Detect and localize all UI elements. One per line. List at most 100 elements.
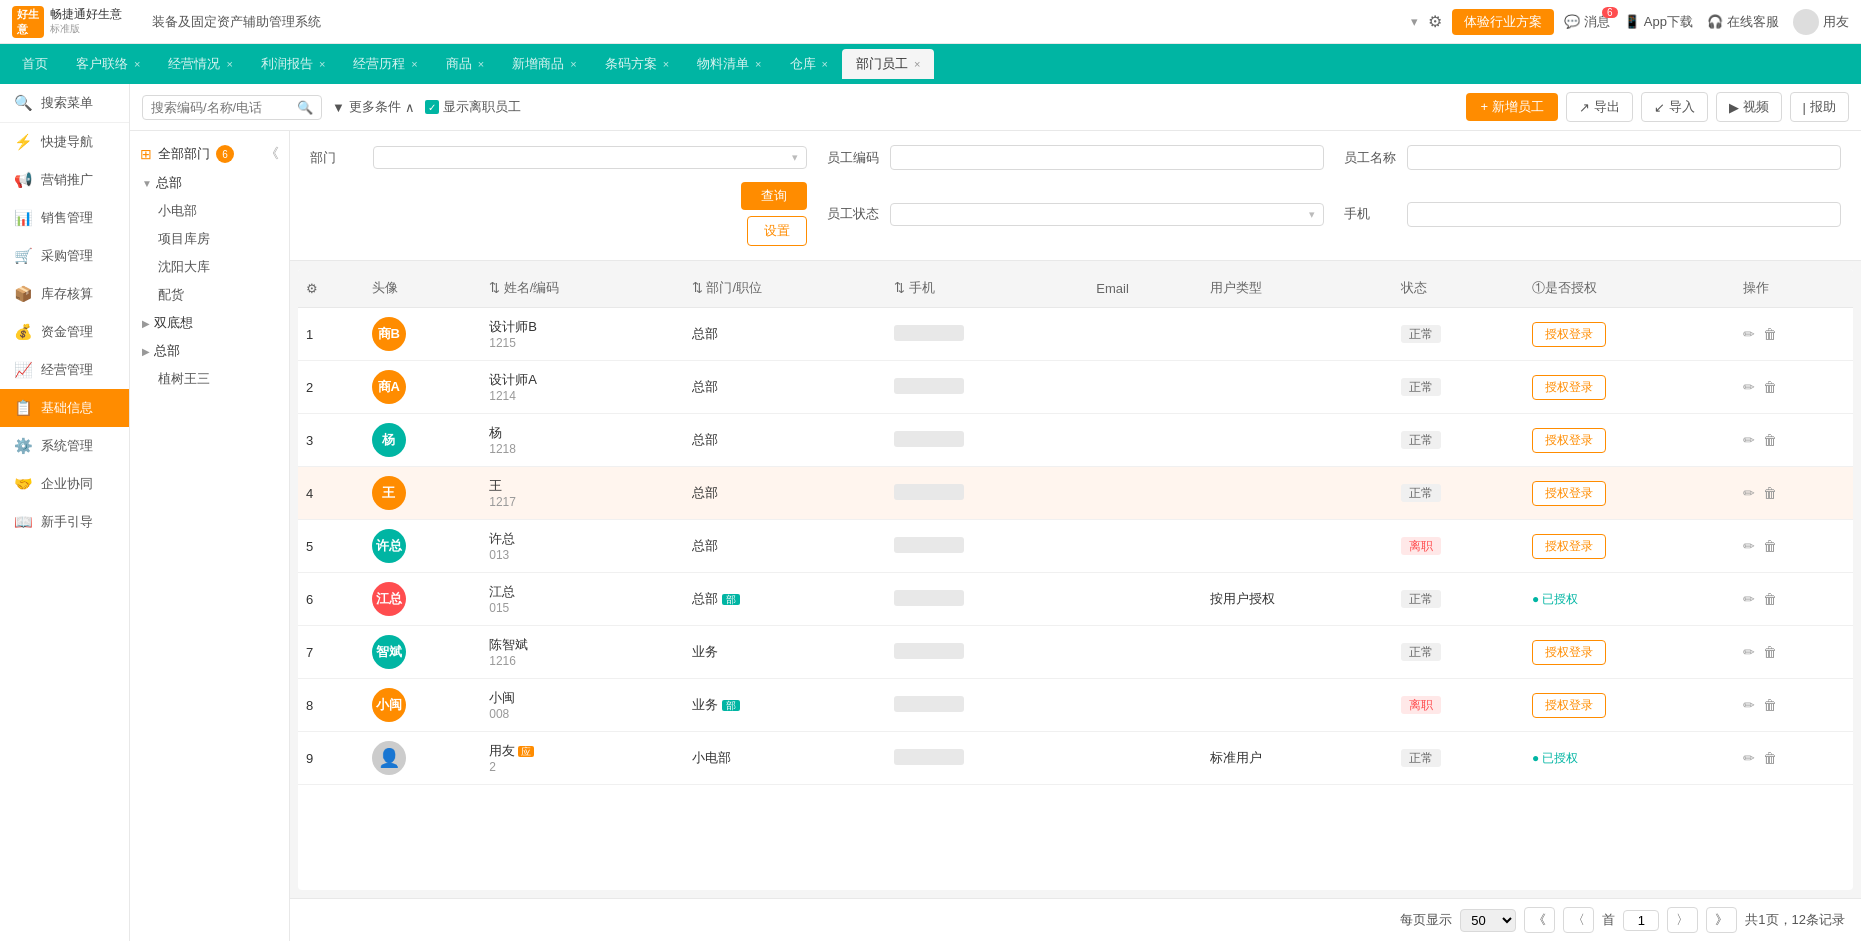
- close-icon[interactable]: ×: [478, 58, 484, 70]
- edit-icon[interactable]: ✏: [1743, 750, 1755, 766]
- tab-barcode[interactable]: 条码方案×: [591, 49, 683, 79]
- dept-group-title-shuangdi[interactable]: ▶ 双底想: [136, 309, 283, 337]
- export-button[interactable]: ↗ 导出: [1566, 92, 1633, 122]
- sidebar-item-finance[interactable]: 💰 资金管理: [0, 313, 129, 351]
- per-page-select[interactable]: 50 100: [1460, 909, 1516, 932]
- dept-group-title-zongbu[interactable]: ▶ 总部: [136, 337, 283, 365]
- sidebar-item-basic-info[interactable]: 📋 基础信息: [0, 389, 129, 427]
- reset-button[interactable]: 设置: [747, 216, 807, 246]
- last-page-btn[interactable]: 》: [1706, 907, 1737, 933]
- edit-icon[interactable]: ✏: [1743, 591, 1755, 607]
- dropdown-arrow-icon[interactable]: ▾: [1411, 14, 1418, 29]
- delete-icon[interactable]: 🗑: [1763, 379, 1777, 395]
- close-icon[interactable]: ×: [570, 58, 576, 70]
- close-icon[interactable]: ×: [134, 58, 140, 70]
- status-filter-select[interactable]: ▾: [890, 203, 1324, 226]
- close-icon[interactable]: ×: [411, 58, 417, 70]
- delete-icon[interactable]: 🗑: [1763, 432, 1777, 448]
- add-employee-button[interactable]: + 新增员工: [1466, 93, 1557, 121]
- tab-history[interactable]: 经营历程×: [339, 49, 431, 79]
- online-service-item[interactable]: 🎧 在线客服: [1707, 13, 1779, 31]
- app-download-item[interactable]: 📱 App下载: [1624, 13, 1693, 31]
- edit-icon[interactable]: ✏: [1743, 538, 1755, 554]
- dept-item-distribution[interactable]: 配货: [136, 281, 283, 309]
- edit-icon[interactable]: ✏: [1743, 485, 1755, 501]
- close-icon[interactable]: ×: [914, 58, 920, 70]
- delete-icon[interactable]: 🗑: [1763, 750, 1777, 766]
- sidebar-item-marketing[interactable]: 📢 营销推广: [0, 161, 129, 199]
- auth-login-button[interactable]: 授权登录: [1532, 481, 1606, 506]
- sidebar-item-operation[interactable]: 📈 经营管理: [0, 351, 129, 389]
- tab-goods[interactable]: 商品×: [432, 49, 498, 79]
- auth-login-button[interactable]: 授权登录: [1532, 534, 1606, 559]
- settings-icon[interactable]: ⚙: [1428, 12, 1442, 31]
- dept-item-zhishu[interactable]: 植树王三: [136, 365, 283, 393]
- show-resigned-checkbox[interactable]: ✓ 显示离职员工: [425, 98, 521, 116]
- sidebar-item-system[interactable]: ⚙️ 系统管理: [0, 427, 129, 465]
- empname-filter-input[interactable]: [1407, 145, 1841, 170]
- sidebar-item-purchase[interactable]: 🛒 采购管理: [0, 237, 129, 275]
- tab-add-goods[interactable]: 新增商品×: [498, 49, 590, 79]
- auth-login-button[interactable]: 授权登录: [1532, 322, 1606, 347]
- other-button[interactable]: | 报助: [1790, 92, 1849, 122]
- edit-icon[interactable]: ✏: [1743, 432, 1755, 448]
- first-page-btn[interactable]: 《: [1524, 907, 1555, 933]
- close-icon[interactable]: ×: [755, 58, 761, 70]
- tab-home[interactable]: 首页: [8, 49, 62, 79]
- sidebar-item-search[interactable]: 🔍 搜索菜单: [0, 84, 129, 123]
- dept-item-electronics[interactable]: 小电部: [136, 197, 283, 225]
- close-icon[interactable]: ×: [226, 58, 232, 70]
- message-icon-item[interactable]: 💬 消息 6: [1564, 13, 1610, 31]
- sidebar-item-inventory[interactable]: 📦 库存核算: [0, 275, 129, 313]
- auth-login-button[interactable]: 授权登录: [1532, 428, 1606, 453]
- collapse-icon[interactable]: 《: [265, 145, 279, 163]
- page-number-input[interactable]: [1623, 910, 1659, 931]
- col-settings-icon[interactable]: ⚙: [306, 281, 318, 296]
- delete-icon[interactable]: 🗑: [1763, 538, 1777, 554]
- sidebar-item-quick-nav[interactable]: ⚡ 快捷导航: [0, 123, 129, 161]
- tab-customer[interactable]: 客户联络×: [62, 49, 154, 79]
- empcode-filter-input[interactable]: [890, 145, 1324, 170]
- edit-icon[interactable]: ✏: [1743, 697, 1755, 713]
- search-input[interactable]: [151, 100, 291, 115]
- edit-icon[interactable]: ✏: [1743, 379, 1755, 395]
- delete-icon[interactable]: 🗑: [1763, 591, 1777, 607]
- sidebar-item-guide[interactable]: 📖 新手引导: [0, 503, 129, 541]
- auth-login-button[interactable]: 授权登录: [1532, 693, 1606, 718]
- more-filters-btn[interactable]: ▼ 更多条件 ∧: [332, 98, 415, 116]
- view-button[interactable]: ▶ 视频: [1716, 92, 1782, 122]
- tab-bom[interactable]: 物料清单×: [683, 49, 775, 79]
- delete-icon[interactable]: 🗑: [1763, 697, 1777, 713]
- auth-login-button[interactable]: 授权登录: [1532, 375, 1606, 400]
- sidebar-item-sales[interactable]: 📊 销售管理: [0, 199, 129, 237]
- tab-department[interactable]: 部门员工×: [842, 49, 934, 79]
- tab-profit[interactable]: 利润报告×: [247, 49, 339, 79]
- search-box[interactable]: 🔍: [142, 95, 322, 120]
- sidebar-item-enterprise[interactable]: 🤝 企业协同: [0, 465, 129, 503]
- col-dept[interactable]: ⇅ 部门/职位: [684, 269, 887, 308]
- delete-icon[interactable]: 🗑: [1763, 644, 1777, 660]
- dept-item-project[interactable]: 项目库房: [136, 225, 283, 253]
- dept-group-title-headquarters[interactable]: ▼ 总部: [136, 169, 283, 197]
- dept-item-shenyang[interactable]: 沈阳大库: [136, 253, 283, 281]
- tab-warehouse[interactable]: 仓库×: [776, 49, 842, 79]
- close-icon[interactable]: ×: [663, 58, 669, 70]
- delete-icon[interactable]: 🗑: [1763, 326, 1777, 342]
- edit-icon[interactable]: ✏: [1743, 326, 1755, 342]
- next-page-btn[interactable]: 〉: [1667, 907, 1698, 933]
- import-button[interactable]: ↙ 导入: [1641, 92, 1708, 122]
- auth-login-button[interactable]: 授权登录: [1532, 640, 1606, 665]
- dept-filter-select[interactable]: ▾: [373, 146, 807, 169]
- col-name[interactable]: ⇅ 姓名/编码: [481, 269, 684, 308]
- query-button[interactable]: 查询: [741, 182, 807, 210]
- delete-icon[interactable]: 🗑: [1763, 485, 1777, 501]
- close-icon[interactable]: ×: [319, 58, 325, 70]
- dept-all-label[interactable]: 全部部门: [158, 145, 210, 163]
- phone-filter-input[interactable]: [1407, 202, 1841, 227]
- edit-icon[interactable]: ✏: [1743, 644, 1755, 660]
- experience-btn[interactable]: 体验行业方案: [1452, 9, 1554, 35]
- col-settings[interactable]: ⚙: [298, 269, 364, 308]
- user-area[interactable]: 用友: [1793, 9, 1849, 35]
- col-phone[interactable]: ⇅ 手机: [886, 269, 1088, 308]
- close-icon[interactable]: ×: [822, 58, 828, 70]
